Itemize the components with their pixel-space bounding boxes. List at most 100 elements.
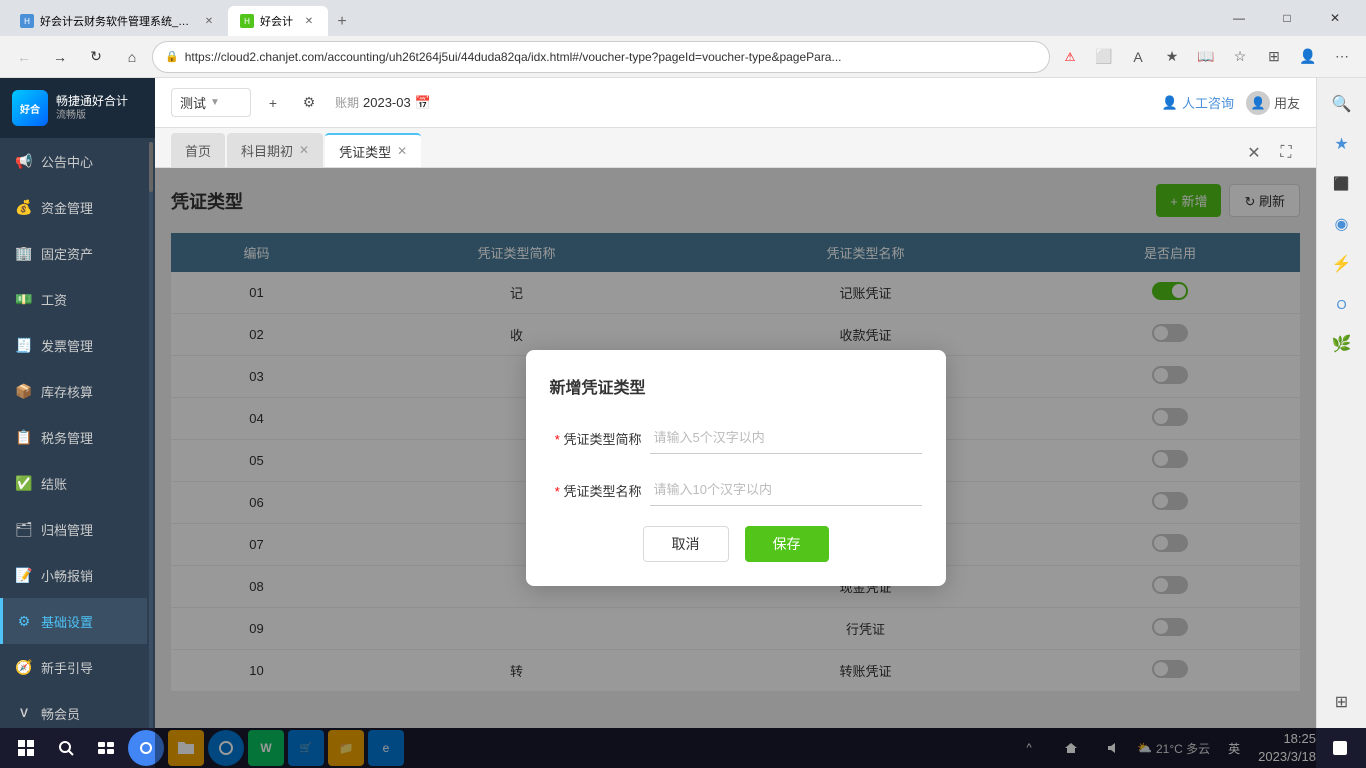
announcements-icon: 📢 xyxy=(15,152,33,170)
add-voucher-dialog: 新增凭证类型 * 凭证类型简称 * 凭证类型名称 xyxy=(526,350,946,586)
workspace-settings-button[interactable]: ⚙ xyxy=(295,89,323,117)
collections-icon[interactable]: ⊞ xyxy=(1258,41,1290,73)
right-panel-tool5[interactable]: 🌿 xyxy=(1324,326,1360,362)
tab-voucher-type[interactable]: 凭证类型 ✕ xyxy=(325,133,421,167)
extensions-icon[interactable]: ⚠ xyxy=(1054,41,1086,73)
page-content: 凭证类型 + 新增 ↻ 刷新 编码 凭证类型简称 凭证类型名称 是否启用 xyxy=(155,168,1316,768)
workspace-name: 测试 xyxy=(180,93,206,112)
sidebar-item-announcements[interactable]: 📢 公告中心 xyxy=(0,138,147,184)
inventory-icon: 📦 xyxy=(15,382,33,400)
sidebar-item-report[interactable]: 📝 小畅报销 xyxy=(0,552,147,598)
tab-nav-right: ✕ ⛶ xyxy=(1240,139,1300,167)
calendar-icon[interactable]: 📅 xyxy=(415,95,431,111)
tax-icon: 📋 xyxy=(15,428,33,446)
sidebar-item-settings[interactable]: ⚙ 基础设置 xyxy=(0,598,147,644)
scroll-thumb xyxy=(149,142,153,192)
sidebar-items-list: 📢 公告中心 💰 资金管理 🏢 固定资产 💵 工资 xyxy=(0,138,147,735)
cancel-button[interactable]: 取消 xyxy=(643,526,729,562)
right-panel: 🔍 ★ ⬛ ◉ ⚡ O 🌿 ⊞ ⚙ xyxy=(1316,78,1366,768)
sidebar-item-label-inventory: 库存核算 xyxy=(41,382,93,401)
tab2-close[interactable]: ✕ xyxy=(302,14,316,28)
back-button[interactable]: ← xyxy=(8,41,40,73)
right-panel-tool3[interactable]: ⚡ xyxy=(1324,246,1360,282)
capital-icon: 💰 xyxy=(15,198,33,216)
sidebar-item-archive[interactable]: 🗂 归档管理 xyxy=(0,506,147,552)
scroll-track xyxy=(149,142,153,731)
tab-subjects[interactable]: 科目期初 ✕ xyxy=(227,133,323,167)
url-bar[interactable]: 🔒 https://cloud2.chanjet.com/accounting/… xyxy=(152,41,1050,73)
sidebar-item-label-member: 畅会员 xyxy=(41,704,80,723)
extension1-icon[interactable]: ⬜ xyxy=(1088,41,1120,73)
browser-tab-1[interactable]: H 好会计云财务软件管理系统_会计 ✕ xyxy=(8,6,228,36)
sidebar-item-label-fixed-assets: 固定资产 xyxy=(41,244,93,263)
more-icon[interactable]: ⋯ xyxy=(1326,41,1358,73)
right-panel-search[interactable]: 🔍 xyxy=(1324,86,1360,122)
notification-button[interactable] xyxy=(1322,730,1358,766)
extension2-icon[interactable]: A xyxy=(1122,41,1154,73)
extension3-icon[interactable]: ★ xyxy=(1156,41,1188,73)
sidebar-item-settle[interactable]: ✅ 结账 xyxy=(0,460,147,506)
period-info: 账期 2023-03 📅 xyxy=(335,94,431,111)
minimize-button[interactable]: — xyxy=(1216,0,1262,36)
short-name-input[interactable] xyxy=(650,422,922,454)
sidebar-item-invoice[interactable]: 🧾 发票管理 xyxy=(0,322,147,368)
task-view-button[interactable] xyxy=(88,730,124,766)
help-icon: 👤 xyxy=(1162,95,1178,111)
right-panel-star[interactable]: ★ xyxy=(1324,126,1360,162)
tab-subjects-close[interactable]: ✕ xyxy=(299,143,309,157)
right-panel-tool2[interactable]: ◉ xyxy=(1324,206,1360,242)
sidebar-item-tax[interactable]: 📋 税务管理 xyxy=(0,414,147,460)
right-panel-tool1[interactable]: ⬛ xyxy=(1324,166,1360,202)
start-button[interactable] xyxy=(8,730,44,766)
tab-expand-button[interactable]: ⛶ xyxy=(1272,139,1300,167)
form-label-name: * 凭证类型名称 xyxy=(550,481,650,500)
tab-voucher-close[interactable]: ✕ xyxy=(397,144,407,158)
tab2-title: 好会计 xyxy=(260,13,296,29)
sidebar-item-fixed-assets[interactable]: 🏢 固定资产 xyxy=(0,230,147,276)
sidebar-item-payroll[interactable]: 💵 工资 xyxy=(0,276,147,322)
right-panel-tool4[interactable]: O xyxy=(1324,286,1360,322)
tab1-favicon: H xyxy=(20,14,34,28)
period-value: 2023-03 xyxy=(363,95,411,110)
sidebar-item-label-invoice: 发票管理 xyxy=(41,336,93,355)
maximize-button[interactable]: □ xyxy=(1264,0,1310,36)
search-taskbar-button[interactable] xyxy=(48,730,84,766)
help-button[interactable]: 👤 人工咨询 xyxy=(1162,93,1234,112)
brand-name: 畅捷通好合计 xyxy=(56,94,128,110)
reading-view-icon[interactable]: 📖 xyxy=(1190,41,1222,73)
user-info[interactable]: 👤 用友 xyxy=(1246,91,1300,115)
profile-icon[interactable]: 👤 xyxy=(1292,41,1324,73)
tab-close-all-button[interactable]: ✕ xyxy=(1240,139,1268,167)
full-name-input[interactable] xyxy=(650,474,922,506)
member-icon: V xyxy=(15,704,33,722)
tab1-title: 好会计云财务软件管理系统_会计 xyxy=(40,13,196,29)
forward-button[interactable]: → xyxy=(44,41,76,73)
sidebar-item-inventory[interactable]: 📦 库存核算 xyxy=(0,368,147,414)
sidebar-item-capital[interactable]: 💰 资金管理 xyxy=(0,184,147,230)
sidebar-item-label-payroll: 工资 xyxy=(41,290,67,309)
right-panel-grid[interactable]: ⊞ xyxy=(1324,684,1360,720)
settle-icon: ✅ xyxy=(15,474,33,492)
tab-home[interactable]: 首页 xyxy=(171,133,225,167)
payroll-icon: 💵 xyxy=(15,290,33,308)
sidebar-item-guide[interactable]: 🧭 新手引导 xyxy=(0,644,147,690)
tab-bar: H 好会计云财务软件管理系统_会计 ✕ H 好会计 ✕ + xyxy=(8,0,1212,36)
brand-sub: 流畅版 xyxy=(56,109,128,122)
home-button[interactable]: ⌂ xyxy=(116,41,148,73)
help-text: 人工咨询 xyxy=(1182,93,1234,112)
favorites-icon[interactable]: ☆ xyxy=(1224,41,1256,73)
sidebar-item-label-archive: 归档管理 xyxy=(41,520,93,539)
close-button[interactable]: ✕ xyxy=(1312,0,1358,36)
workspace-selector[interactable]: 测试 ▼ xyxy=(171,88,251,117)
form-label-short: * 凭证类型简称 xyxy=(550,429,650,448)
browser-tab-2[interactable]: H 好会计 ✕ xyxy=(228,6,328,36)
refresh-button[interactable]: ↻ xyxy=(80,41,112,73)
save-button[interactable]: 保存 xyxy=(745,526,829,562)
topbar-right: 👤 人工咨询 👤 用友 xyxy=(1162,91,1300,115)
user-avatar: 👤 xyxy=(1246,91,1270,115)
new-tab-button[interactable]: + xyxy=(328,8,356,36)
sidebar: 好合 畅捷通好合计 流畅版 📢 公告中心 💰 资金管理 xyxy=(0,78,155,768)
security-icon: 🔒 xyxy=(165,50,179,63)
tab1-close[interactable]: ✕ xyxy=(202,14,216,28)
add-workspace-button[interactable]: + xyxy=(259,89,287,117)
